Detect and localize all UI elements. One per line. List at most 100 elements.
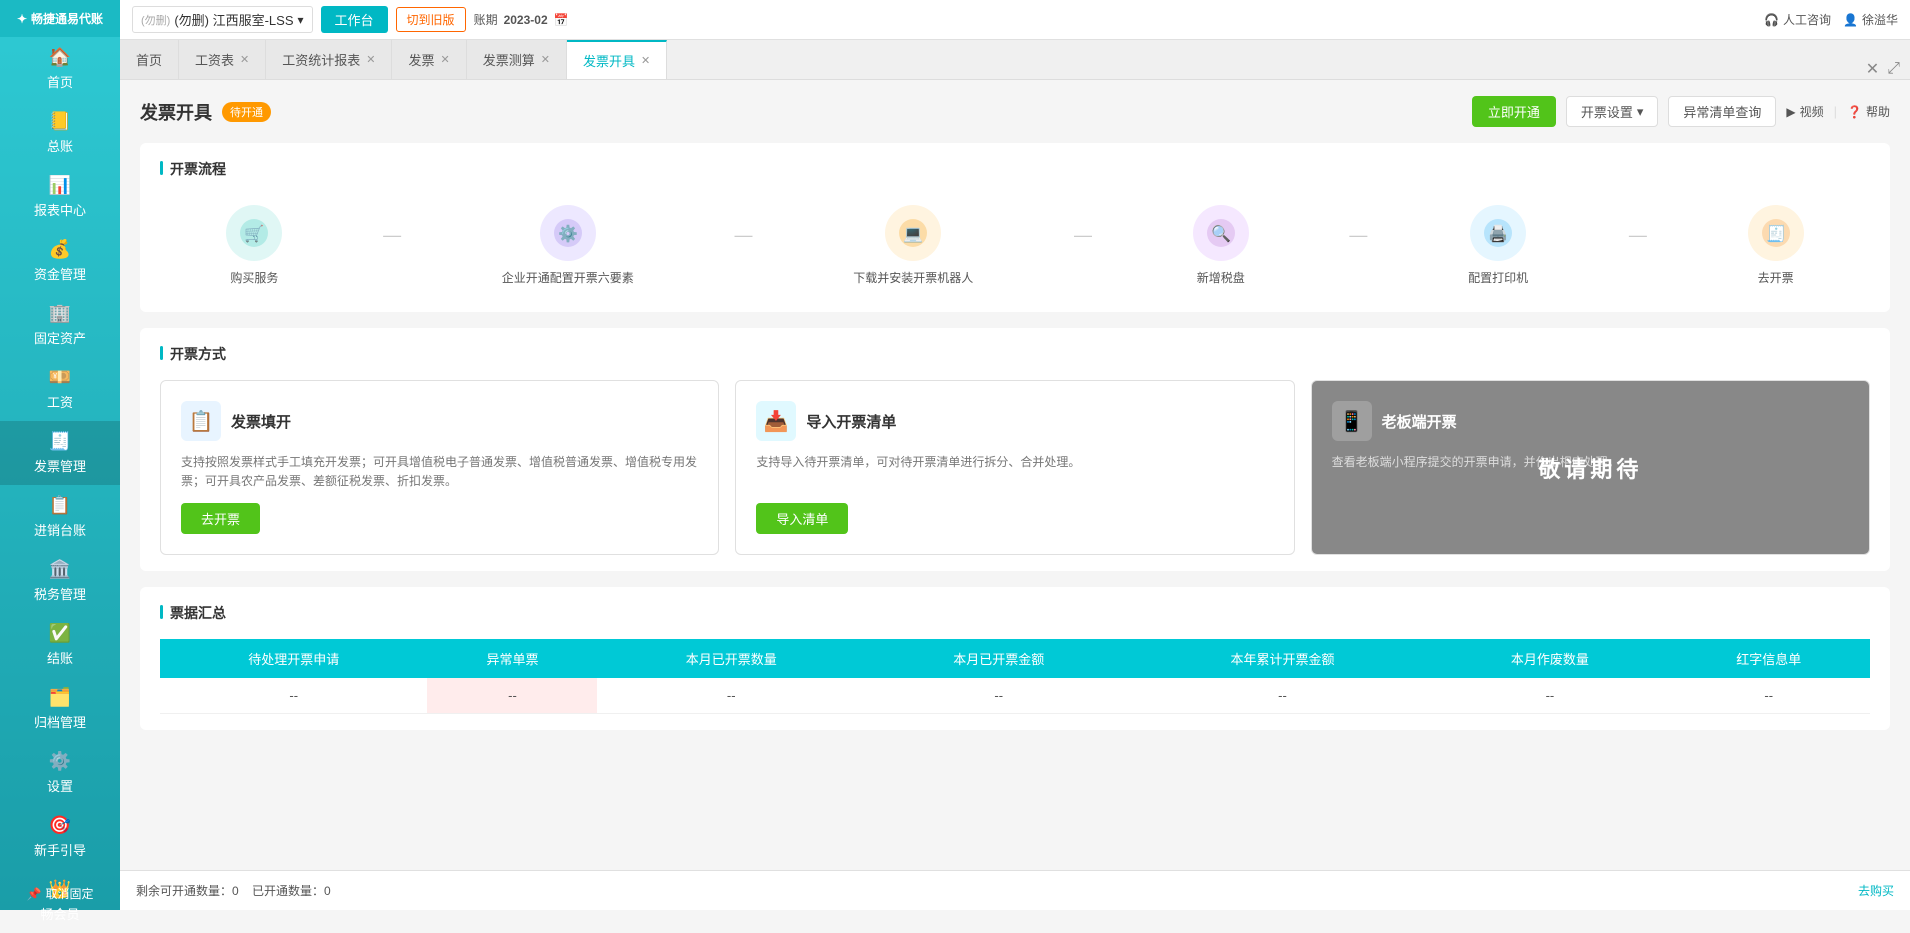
tabbar-actions: ✕ ⤢ — [1856, 59, 1910, 79]
methods-section: 开票方式 📋 发票填开 支持按照发票样式手工填充开发票；可开具增值税电子普通发票… — [140, 328, 1890, 571]
invoice-icon: 🧾 — [49, 431, 71, 452]
step-config-icon: ⚙️ — [540, 205, 596, 261]
sidebar-item-archive[interactable]: 🗂️ 归档管理 — [0, 677, 120, 741]
sidebar-item-purchase-sales[interactable]: 📋 进销台账 — [0, 485, 120, 549]
step-download-icon: 💻 — [885, 205, 941, 261]
svg-text:🛒: 🛒 — [244, 224, 264, 243]
step-printer[interactable]: 🖨️ 配置打印机 — [1468, 205, 1528, 286]
tab-invoice-calc[interactable]: 发票测算 ✕ — [467, 40, 567, 79]
sidebar-item-ledger[interactable]: 📒 总账 — [0, 101, 120, 165]
invoice-methods: 📋 发票填开 支持按照发票样式手工填充开发票；可开具增值税电子普通发票、增值税普… — [160, 380, 1870, 555]
sidebar: ✦ 畅捷通易代账 🏠 首页 📒 总账 📊 报表中心 💰 资金管理 🏢 固定资产 … — [0, 0, 120, 910]
funds-icon: 💰 — [49, 239, 71, 260]
help-button[interactable]: ❓ 帮助 — [1847, 103, 1890, 120]
home-icon: 🏠 — [49, 47, 71, 68]
step-issue-icon: 🧾 — [1748, 205, 1804, 261]
ledger-icon: 📒 — [49, 111, 71, 132]
tab-close-invoice-issue[interactable]: ✕ — [641, 54, 650, 67]
sidebar-item-reports[interactable]: 📊 报表中心 — [0, 165, 120, 229]
sidebar-item-guide[interactable]: 🎯 新手引导 — [0, 805, 120, 869]
tab-close-salary[interactable]: ✕ — [240, 53, 249, 66]
calendar-icon[interactable]: 📅 — [554, 13, 569, 27]
restore-icon[interactable]: ⤢ — [1887, 60, 1900, 78]
tax-icon: 🏛️ — [49, 559, 71, 580]
tab-close-salary-report[interactable]: ✕ — [366, 53, 375, 66]
user-area[interactable]: 👤 徐溢华 — [1843, 11, 1898, 28]
sidebar-item-closing[interactable]: ✅ 结账 — [0, 613, 120, 677]
methods-section-title: 开票方式 — [160, 344, 1870, 364]
tab-invoice[interactable]: 发票 ✕ — [392, 40, 466, 79]
tab-salary-report[interactable]: 工资统计报表 ✕ — [266, 40, 392, 79]
step-printer-icon: 🖨️ — [1470, 205, 1526, 261]
step-arrow-1: — — [383, 225, 401, 266]
sidebar-item-settings[interactable]: ⚙️ 设置 — [0, 741, 120, 805]
bottom-bar: 剩余可开通数量：0 已开通数量：0 去购买 — [120, 870, 1910, 910]
buy-link[interactable]: 去购买 — [1858, 882, 1894, 899]
tab-home[interactable]: 首页 — [120, 40, 179, 79]
sidebar-bottom: 📌 取消固定 — [0, 877, 120, 910]
sidebar-item-tax[interactable]: 🏛️ 税务管理 — [0, 549, 120, 613]
fill-card-header: 📋 发票填开 — [181, 401, 698, 441]
consultant-button[interactable]: 🎧 人工咨询 — [1764, 11, 1831, 28]
purchase-sales-icon: 📋 — [49, 495, 71, 516]
method-card-boss: 📱 老板端开票 查看老板端小程序提交的开票申请，并作出相应处理。 敬请期待 — [1311, 380, 1870, 555]
sidebar-item-invoice[interactable]: 🧾 发票管理 — [0, 421, 120, 485]
step-config-label: 企业开通配置开票六要素 — [502, 269, 634, 286]
old-version-button[interactable]: 切到旧版 — [396, 7, 466, 32]
fill-card-title: 发票填开 — [231, 411, 291, 432]
settings-button[interactable]: 开票设置 ▾ — [1566, 96, 1659, 127]
sidebar-item-funds[interactable]: 💰 资金管理 — [0, 229, 120, 293]
col-red-info: 红字信息单 — [1667, 639, 1870, 678]
svg-text:⚙️: ⚙️ — [558, 224, 578, 243]
import-card-header: 📥 导入开票清单 — [756, 401, 1273, 441]
tab-close-invoice-calc[interactable]: ✕ — [541, 53, 550, 66]
fill-card-button[interactable]: 去开票 — [181, 503, 260, 534]
close-all-icon[interactable]: ✕ — [1866, 59, 1879, 79]
view-button[interactable]: ▶ 视频 — [1786, 103, 1823, 120]
cell-month-amount: -- — [865, 678, 1132, 714]
step-config[interactable]: ⚙️ 企业开通配置开票六要素 — [502, 205, 634, 286]
query-button[interactable]: 异常清单查询 — [1668, 96, 1776, 127]
unpin-button[interactable]: 📌 取消固定 — [0, 877, 120, 910]
tab-salary[interactable]: 工资表 ✕ — [179, 40, 266, 79]
col-month-qty: 本月已开票数量 — [597, 639, 864, 678]
step-download[interactable]: 💻 下载并安装开票机器人 — [853, 205, 973, 286]
step-taxdisk[interactable]: 🔍 新增税盘 — [1193, 205, 1249, 286]
tab-close-invoice[interactable]: ✕ — [441, 53, 450, 66]
step-arrow-4: — — [1349, 225, 1367, 266]
open-now-button[interactable]: 立即开通 — [1472, 96, 1556, 127]
divider-1: | — [1834, 104, 1837, 119]
company-selector[interactable]: (勿删) (勿删) 江西服室-LSS ▾ — [132, 6, 313, 33]
method-card-import: 📥 导入开票清单 支持导入待开票清单，可对待开票清单进行拆分、合并处理。 导入清… — [735, 380, 1294, 555]
svg-text:🧾: 🧾 — [1766, 224, 1786, 243]
sidebar-item-home[interactable]: 🏠 首页 — [0, 37, 120, 101]
fill-icon: 📋 — [181, 401, 221, 441]
chevron-down-icon: ▾ — [298, 13, 304, 27]
topbar-right: 🎧 人工咨询 👤 徐溢华 — [1764, 11, 1898, 28]
bottom-info: 剩余可开通数量：0 已开通数量：0 — [136, 882, 331, 899]
page-header: 发票开具 待开通 立即开通 开票设置 ▾ 异常清单查询 ▶ 视频 | ❓ 帮助 — [140, 96, 1890, 127]
guide-icon: 🎯 — [49, 815, 71, 836]
import-card-button[interactable]: 导入清单 — [756, 503, 848, 534]
sidebar-item-salary[interactable]: 💴 工资 — [0, 357, 120, 421]
tab-invoice-issue[interactable]: 发票开具 ✕ — [567, 40, 667, 79]
status-badge: 待开通 — [222, 102, 271, 122]
step-issue-label: 去开票 — [1758, 269, 1794, 286]
header-actions: 立即开通 开票设置 ▾ 异常清单查询 ▶ 视频 | ❓ 帮助 — [1472, 96, 1890, 127]
col-year-amount: 本年累计开票金额 — [1132, 639, 1432, 678]
step-arrow-5: — — [1629, 225, 1647, 266]
cell-pending: -- — [160, 678, 427, 714]
pin-icon: 📌 — [27, 887, 42, 901]
summary-section: 票据汇总 待处理开票申请 异常单票 本月已开票数量 本月已开票金额 本年累计开票… — [140, 587, 1890, 730]
import-card-desc: 支持导入待开票清单，可对待开票清单进行拆分、合并处理。 — [756, 453, 1273, 491]
process-section-title: 开票流程 — [160, 159, 1870, 179]
import-icon: 📥 — [756, 401, 796, 441]
main-area: (勿删) (勿删) 江西服室-LSS ▾ 工作台 切到旧版 账期 2023-02… — [120, 0, 1910, 910]
sidebar-item-assets[interactable]: 🏢 固定资产 — [0, 293, 120, 357]
step-issue[interactable]: 🧾 去开票 — [1748, 205, 1804, 286]
page-content: 发票开具 待开通 立即开通 开票设置 ▾ 异常清单查询 ▶ 视频 | ❓ 帮助 — [120, 80, 1910, 870]
play-icon: ▶ — [1786, 105, 1795, 119]
workbench-button[interactable]: 工作台 — [321, 6, 388, 33]
settings-chevron-icon: ▾ — [1637, 104, 1644, 120]
step-buy[interactable]: 🛒 购买服务 — [226, 205, 282, 286]
